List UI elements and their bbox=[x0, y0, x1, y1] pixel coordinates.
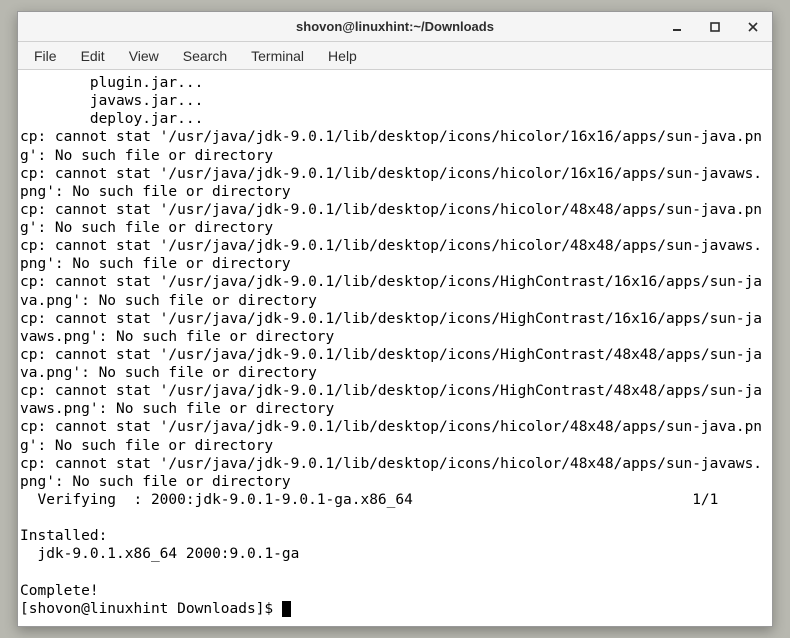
menu-search[interactable]: Search bbox=[171, 44, 239, 68]
close-button[interactable] bbox=[734, 12, 772, 42]
titlebar: shovon@linuxhint:~/Downloads bbox=[18, 12, 772, 42]
maximize-icon bbox=[710, 22, 720, 32]
menu-file[interactable]: File bbox=[22, 44, 69, 68]
prompt: [shovon@linuxhint Downloads]$ bbox=[20, 601, 282, 617]
window-title: shovon@linuxhint:~/Downloads bbox=[296, 19, 494, 34]
close-icon bbox=[748, 22, 758, 32]
menubar: File Edit View Search Terminal Help bbox=[18, 42, 772, 70]
terminal-window: shovon@linuxhint:~/Downloads File Edit V… bbox=[17, 11, 773, 627]
window-controls bbox=[658, 12, 772, 41]
minimize-button[interactable] bbox=[658, 12, 696, 42]
cursor bbox=[282, 601, 291, 617]
menu-help[interactable]: Help bbox=[316, 44, 369, 68]
maximize-button[interactable] bbox=[696, 12, 734, 42]
menu-terminal[interactable]: Terminal bbox=[239, 44, 316, 68]
menu-view[interactable]: View bbox=[117, 44, 171, 68]
terminal-output[interactable]: plugin.jar... javaws.jar... deploy.jar..… bbox=[18, 70, 772, 626]
minimize-icon bbox=[672, 22, 682, 32]
menu-edit[interactable]: Edit bbox=[69, 44, 117, 68]
